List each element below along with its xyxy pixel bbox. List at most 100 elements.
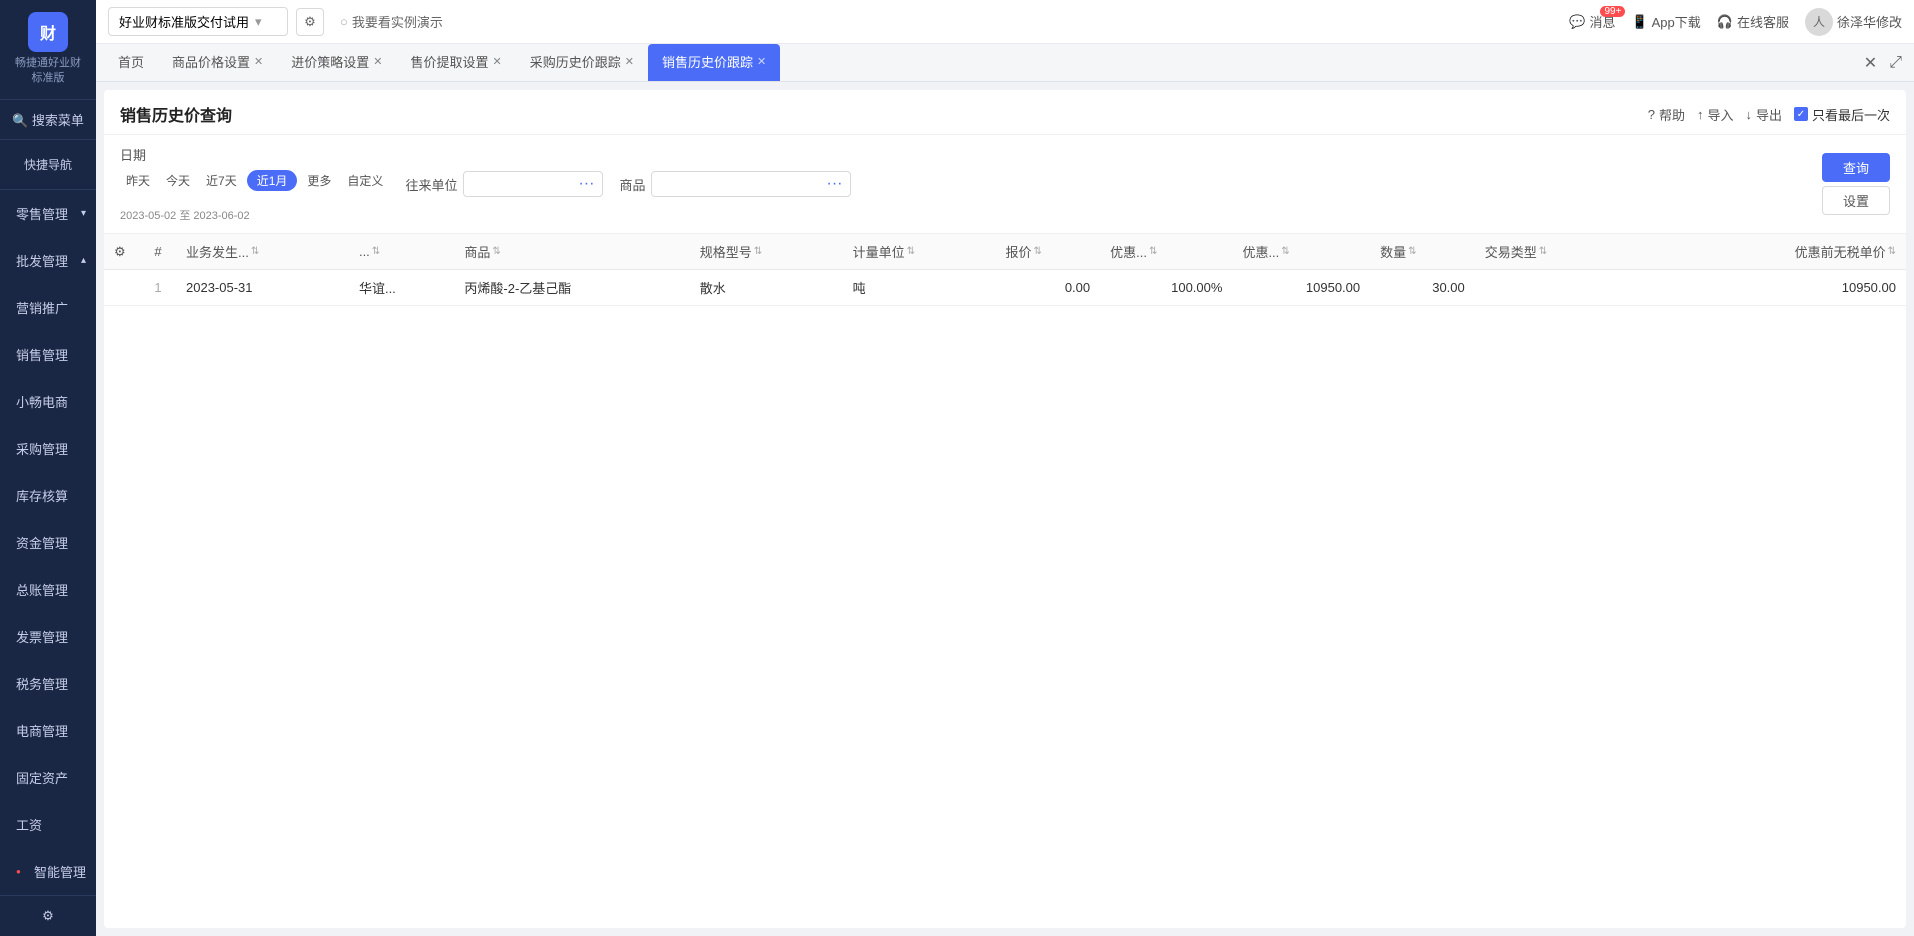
col-discount-pct-sort[interactable]: 优惠... ⇅ [1110,242,1157,261]
col-settings-icon: ⚙ [114,244,126,259]
tab-sales-history-close[interactable]: ✕ [757,55,766,68]
tab-price-extract-close[interactable]: ✕ [493,55,502,68]
date-opt-today[interactable]: 今天 [160,170,196,191]
tab-product-price[interactable]: 商品价格设置 ✕ [158,44,277,82]
tab-purchase-history[interactable]: 采购历史价跟踪 ✕ [516,44,648,82]
support-button[interactable]: 🎧 在线客服 [1717,12,1789,31]
smart-label: 智能管理 [34,862,86,881]
page-header-actions: ? 帮助 ↑ 导入 ↓ 导出 只看最后一次 [1648,105,1890,124]
col-discount-pct[interactable]: 优惠... ⇅ [1100,234,1232,270]
quick-nav-item[interactable]: 快捷导航 [0,148,96,181]
date-filter-label: 日期 [120,145,146,164]
col-price-sort[interactable]: 报价 ⇅ [1006,242,1042,261]
tab-price-extract[interactable]: 售价提取设置 ✕ [396,44,515,82]
sidebar-item-assets[interactable]: 固定资产 [0,754,96,801]
message-badge: 99+ [1600,6,1625,17]
tab-home[interactable]: 首页 [104,44,158,82]
col-more1-sort[interactable]: ... ⇅ [359,244,380,259]
sidebar-item-smart[interactable]: 智能管理 [0,848,96,895]
export-button[interactable]: ↓ 导出 [1745,105,1782,124]
sidebar-item-retail[interactable]: 零售管理 ▾ [0,190,96,237]
date-opt-more[interactable]: 更多 [301,170,337,191]
user-menu[interactable]: 人 徐泽华修改 [1805,8,1902,36]
sidebar-item-payroll[interactable]: 工资 [0,801,96,848]
col-product[interactable]: 商品 ⇅ [454,234,689,270]
settings-button[interactable]: 设置 [1822,186,1890,215]
filter-bar: 日期 昨天 今天 近7天 近1月 更多 自定义 2023-05-02 至 202… [104,135,1906,234]
sidebar-item-invoice[interactable]: 发票管理 [0,613,96,660]
col-more1[interactable]: ... ⇅ [349,234,454,270]
show-last-checkbox[interactable]: 只看最后一次 [1794,105,1890,124]
col-discount-amt-sort[interactable]: 优惠... ⇅ [1242,242,1289,261]
col-pretax-price[interactable]: 优惠前无税单价 ⇅ [1665,234,1906,270]
page-title: 销售历史价查询 [120,102,232,126]
sidebar-item-purchase[interactable]: 采购管理 [0,425,96,472]
date-opt-last7[interactable]: 近7天 [200,170,243,191]
product-input[interactable]: ··· [651,171,851,197]
sidebar-item-small-ecommerce[interactable]: 小畅电商 [0,378,96,425]
row-trans-type [1475,270,1628,306]
support-icon: 🎧 [1717,14,1733,30]
col-pretax-price-sort[interactable]: 优惠前无税单价 ⇅ [1795,242,1896,261]
sidebar-item-tax[interactable]: 税务管理 [0,660,96,707]
col-trans-type-sort[interactable]: 交易类型 ⇅ [1485,242,1547,261]
sidebar-item-ecommerce[interactable]: 电商管理 [0,707,96,754]
query-button[interactable]: 查询 [1822,153,1890,182]
col-discount-amt[interactable]: 优惠... ⇅ [1232,234,1370,270]
topbar-settings-button[interactable]: ⚙ [296,8,324,36]
tab-purchase-strategy-close[interactable]: ✕ [373,55,382,68]
sidebar-quick-nav[interactable]: 快捷导航 [0,140,96,190]
col-biz-date[interactable]: 业务发生... ⇅ [176,234,349,270]
topbar: 好业财标准版交付试用 ▾ ⚙ ○ 我要看实例演示 💬 消息 99+ 📱 App下… [96,0,1914,44]
message-icon: 💬 [1569,14,1585,30]
col-spec[interactable]: 规格型号 ⇅ [690,234,843,270]
col-trans-type[interactable]: 交易类型 ⇅ [1475,234,1628,270]
col-quantity[interactable]: 数量 ⇅ [1370,234,1475,270]
messages-button[interactable]: 💬 消息 99+ [1569,12,1615,31]
tax-label: 税务管理 [16,674,68,693]
source-unit-filter-group: 往来单位 ··· [405,171,603,197]
sidebar-search[interactable]: 🔍 搜索菜单 [0,100,96,140]
row-product: 丙烯酸-2-乙基己酯 [454,270,689,306]
sidebar-item-marketing[interactable]: 营销推广 [0,284,96,331]
sidebar-item-wholesale[interactable]: 批发管理 ▴ [0,237,96,284]
date-opt-custom[interactable]: 自定义 [341,170,389,191]
row-settings[interactable] [104,270,140,306]
col-unit-sort[interactable]: 计量单位 ⇅ [853,242,915,261]
tab-purchase-history-close[interactable]: ✕ [625,55,634,68]
sidebar-item-sales[interactable]: 销售管理 [0,331,96,378]
tab-sales-history[interactable]: 销售历史价跟踪 ✕ [648,44,780,82]
help-button[interactable]: ? 帮助 [1648,105,1685,124]
col-spec-sort[interactable]: 规格型号 ⇅ [700,242,762,261]
sidebar-item-finance[interactable]: 资金管理 [0,519,96,566]
demo-label: 我要看实例演示 [352,12,443,31]
table-row[interactable]: 1 2023-05-31 华谊... 丙烯酸-2-乙基己酯 散水 吨 0.00 … [104,270,1906,306]
tab-purchase-strategy[interactable]: 进价策略设置 ✕ [277,44,396,82]
col-unit[interactable]: 计量单位 ⇅ [843,234,996,270]
topbar-right: 💬 消息 99+ 📱 App下载 🎧 在线客服 人 徐泽华修改 [1569,8,1902,36]
date-opt-yesterday[interactable]: 昨天 [120,170,156,191]
source-unit-input[interactable]: ··· [463,171,603,197]
product-selector[interactable]: 好业财标准版交付试用 ▾ [108,7,288,36]
col-biz-date-sort[interactable]: 业务发生... ⇅ [186,242,259,261]
col-price[interactable]: 报价 ⇅ [996,234,1101,270]
row-more1: 华谊... [349,270,454,306]
tab-product-price-close[interactable]: ✕ [254,55,263,68]
date-opt-last1month[interactable]: 近1月 [247,170,298,191]
col-pretax-price-label: 优惠前无税单价 [1795,242,1886,261]
sidebar-footer-settings[interactable]: ⚙ [0,895,96,936]
col-settings[interactable]: ⚙ [104,234,140,270]
product-ellipsis[interactable]: ··· [826,175,842,193]
sidebar-item-ledger[interactable]: 总账管理 [0,566,96,613]
product-selector-arrow: ▾ [255,14,262,30]
col-product-sort[interactable]: 商品 ⇅ [464,242,500,261]
tab-maximize-button[interactable]: ⤢ [1885,50,1906,76]
checkbox-icon [1794,107,1808,121]
import-button[interactable]: ↑ 导入 [1697,105,1734,124]
sidebar-item-inventory[interactable]: 库存核算 [0,472,96,519]
demo-link[interactable]: ○ 我要看实例演示 [340,12,443,31]
tab-close-all-button[interactable]: ✕ [1860,49,1881,77]
col-quantity-sort[interactable]: 数量 ⇅ [1380,242,1416,261]
app-download-button[interactable]: 📱 App下载 [1631,12,1700,31]
source-unit-ellipsis[interactable]: ··· [578,175,594,193]
